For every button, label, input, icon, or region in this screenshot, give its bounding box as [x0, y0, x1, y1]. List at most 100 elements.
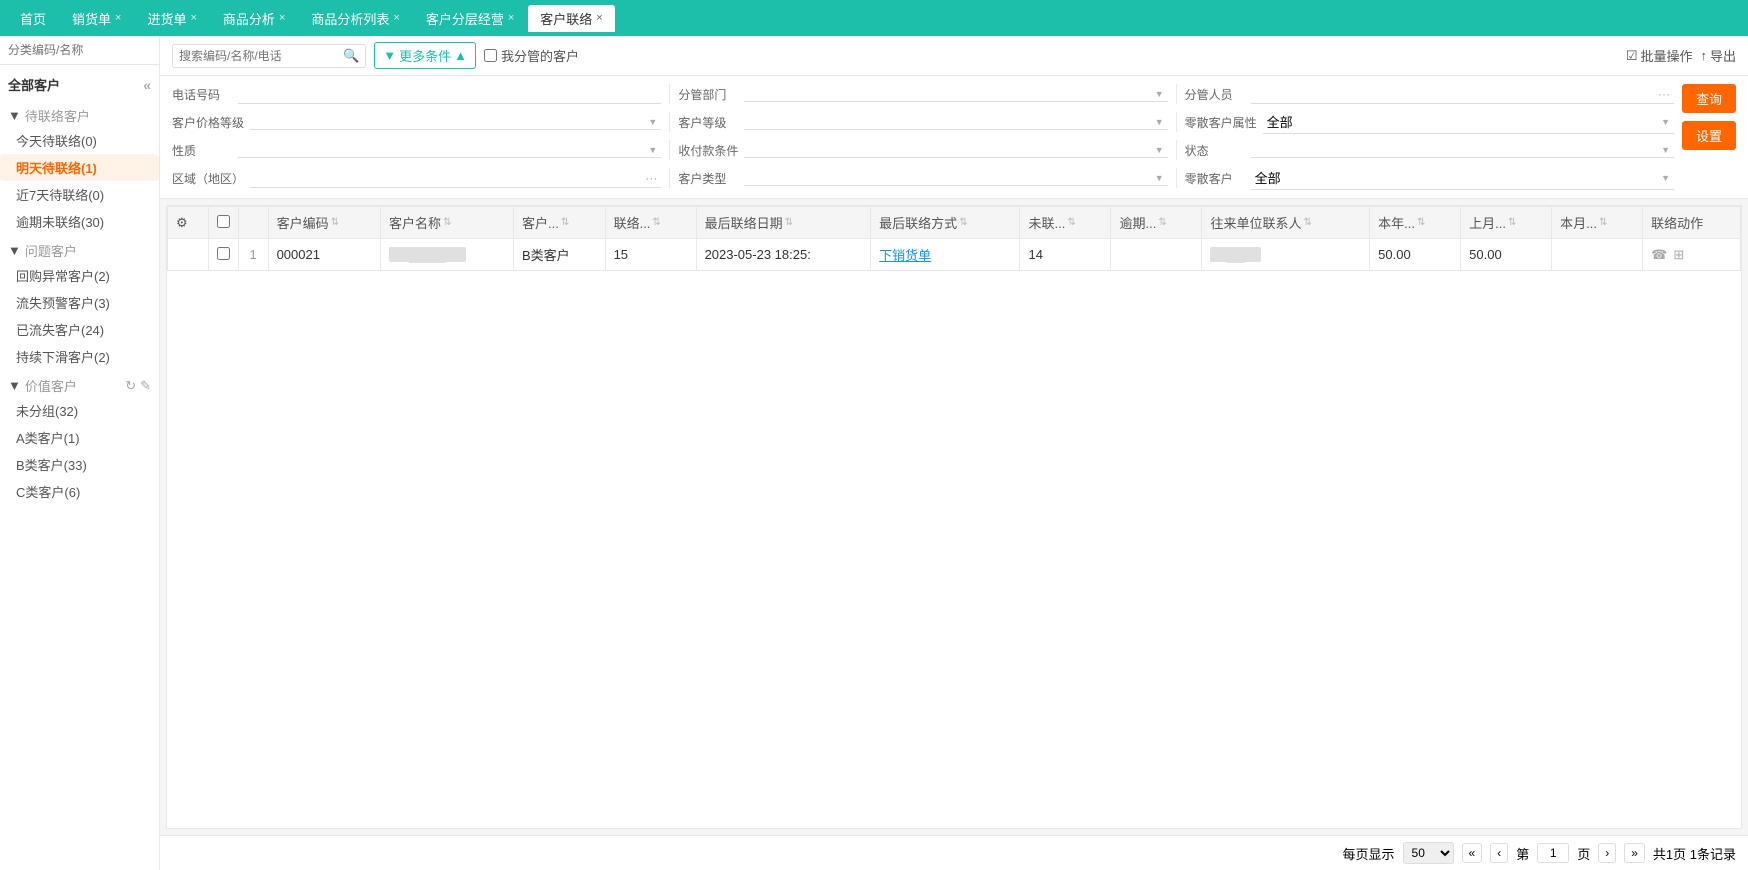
row-code[interactable]: 000021 [268, 239, 380, 271]
all-customers-header[interactable]: 全部客户 « [8, 71, 151, 98]
my-customers-input[interactable] [484, 49, 497, 62]
close-icon[interactable]: × [190, 12, 196, 24]
col-checkbox[interactable] [208, 207, 238, 239]
export-icon: ↑ [1700, 48, 1707, 63]
sidebar-item-class-c[interactable]: C类客户(6) [0, 478, 159, 505]
chevron-down-icon: ▼ [648, 117, 657, 127]
sidebar-item-declining[interactable]: 持续下滑客户(2) [0, 343, 159, 370]
col-this-year[interactable]: 本年...⇅ [1370, 207, 1461, 239]
page-input[interactable] [1537, 843, 1569, 863]
customer-type-select[interactable]: ▼ [744, 171, 1167, 186]
sidebar-item-churn-warning[interactable]: 流失预警客户(3) [0, 289, 159, 316]
search-input[interactable] [179, 49, 339, 63]
region-select[interactable]: ··· [250, 169, 661, 188]
col-last-method[interactable]: 最后联络方式⇅ [871, 207, 1020, 239]
close-icon[interactable]: × [279, 12, 285, 24]
collapse-icon[interactable]: « [143, 77, 151, 93]
last-page-btn[interactable]: » [1624, 843, 1645, 863]
sidebar-item-churned[interactable]: 已流失客户(24) [0, 316, 159, 343]
filter-status: 状态 ▼ [1185, 142, 1674, 159]
my-customers-checkbox[interactable]: 我分管的客户 [484, 46, 579, 65]
gear-icon[interactable]: ⚙ [176, 215, 188, 230]
status-select[interactable]: ▼ [1251, 143, 1674, 158]
prev-page-btn[interactable]: ‹ [1490, 843, 1508, 863]
close-icon[interactable]: × [393, 12, 399, 24]
per-page-select[interactable]: 50 100 200 [1403, 842, 1454, 864]
select-all-checkbox[interactable] [217, 215, 230, 228]
more-icon: ··· [1658, 87, 1670, 101]
export-btn[interactable]: ↑ 导出 [1700, 46, 1736, 65]
col-this-month[interactable]: 本月...⇅ [1552, 207, 1643, 239]
col-num [238, 207, 268, 239]
close-icon[interactable]: × [115, 12, 121, 24]
col-gear[interactable]: ⚙ [168, 207, 209, 239]
customer-level-select[interactable]: ▼ [744, 115, 1167, 130]
col-code[interactable]: 客户编码⇅ [268, 207, 380, 239]
nature-select[interactable]: ▼ [238, 143, 661, 158]
content-area: 🔍 ▼ 更多条件 ▲ 我分管的客户 ☑ 批量操作 ↑ 导出 [160, 36, 1748, 870]
sidebar-item-today[interactable]: 今天待联络(0) [0, 127, 159, 154]
row-this-year: 50.00 [1370, 239, 1461, 271]
nav-purchase[interactable]: 进货单 × [135, 5, 208, 32]
chevron-up-icon: ▲ [454, 48, 467, 63]
row-overdue [1111, 239, 1202, 271]
qr-icon[interactable]: ⊞ [1673, 247, 1684, 263]
row-last-method[interactable]: 下销货单 [871, 239, 1020, 271]
sidebar-item-ungrouped[interactable]: 未分组(32) [0, 397, 159, 424]
filter-panel: 电话号码 分管部门 ▼ 分管人员 [160, 76, 1748, 199]
col-overdue[interactable]: 逾期...⇅ [1111, 207, 1202, 239]
retail-customer-select[interactable]: 全部 ▼ [1251, 166, 1674, 190]
col-no-contact[interactable]: 未联...⇅ [1020, 207, 1111, 239]
edit-icon[interactable]: ✎ [140, 378, 151, 394]
close-icon[interactable]: × [508, 12, 514, 24]
phone-input[interactable] [238, 85, 661, 104]
divider [1176, 112, 1177, 132]
filter-row-4: 区域（地区） ··· 客户类型 ▼ [172, 166, 1674, 190]
col-last-date[interactable]: 最后联络日期⇅ [696, 207, 871, 239]
set-button[interactable]: 设置 [1682, 121, 1736, 150]
chevron-down-icon: ▼ [1155, 89, 1164, 99]
col-type[interactable]: 客户...⇅ [513, 207, 605, 239]
department-select[interactable]: ▼ [744, 87, 1167, 102]
row-select-checkbox[interactable] [217, 247, 230, 260]
row-type: B类客户 [513, 239, 605, 271]
col-last-month[interactable]: 上月...⇅ [1461, 207, 1552, 239]
col-unit-contacts[interactable]: 往来单位联系人⇅ [1202, 207, 1370, 239]
nav-customer-tier[interactable]: 客户分层经营 × [414, 5, 526, 32]
col-name[interactable]: 客户名称⇅ [381, 207, 514, 239]
manager-select[interactable]: ··· [1251, 85, 1674, 104]
close-icon[interactable]: × [596, 12, 602, 24]
divider [1176, 84, 1177, 104]
sidebar-item-class-a[interactable]: A类客户(1) [0, 424, 159, 451]
row-unit-contacts: ██ [1202, 239, 1370, 271]
next-page-btn[interactable]: › [1598, 843, 1616, 863]
payment-select[interactable]: ▼ [744, 143, 1167, 158]
nav-sales[interactable]: 销货单 × [60, 5, 133, 32]
contact-icon[interactable]: ☎ [1651, 247, 1667, 263]
bulk-action-btn[interactable]: ☑ 批量操作 [1626, 46, 1693, 65]
nav-product-analysis[interactable]: 商品分析 × [211, 5, 297, 32]
filter-phone: 电话号码 [172, 85, 661, 104]
filter-btn[interactable]: ▼ 更多条件 ▲ [374, 42, 476, 69]
retail-attr-select[interactable]: 全部 ▼ [1263, 110, 1674, 134]
sidebar-item-repurchase-abnormal[interactable]: 回购异常客户(2) [0, 262, 159, 289]
filter-row-2: 客户价格等级 ▼ 客户等级 ▼ [172, 110, 1674, 134]
nav-home[interactable]: 首页 [8, 5, 58, 32]
row-checkbox[interactable] [208, 239, 238, 271]
nav-product-analysis-list[interactable]: 商品分析列表 × [299, 5, 411, 32]
refresh-icon[interactable]: ↻ [125, 378, 136, 394]
search-icon[interactable]: 🔍 [343, 48, 359, 64]
sidebar-item-tomorrow[interactable]: 明天待联络(1) [0, 154, 159, 181]
table-header-row: ⚙ 客户编码⇅ 客户名称⇅ 客户...⇅ [168, 207, 1741, 239]
first-page-btn[interactable]: « [1462, 843, 1483, 863]
col-contacts[interactable]: 联络...⇅ [605, 207, 696, 239]
sidebar-item-7days[interactable]: 近7天待联络(0) [0, 181, 159, 208]
sidebar-item-class-b[interactable]: B类客户(33) [0, 451, 159, 478]
search-box: 🔍 [172, 44, 366, 68]
nav-customer-contact[interactable]: 客户联络 × [528, 5, 614, 32]
price-level-select[interactable]: ▼ [250, 115, 661, 130]
sidebar-item-overdue[interactable]: 逾期未联络(30) [0, 208, 159, 235]
query-button[interactable]: 查询 [1682, 84, 1736, 113]
sidebar-search-input[interactable] [8, 43, 160, 57]
divider [669, 112, 670, 132]
